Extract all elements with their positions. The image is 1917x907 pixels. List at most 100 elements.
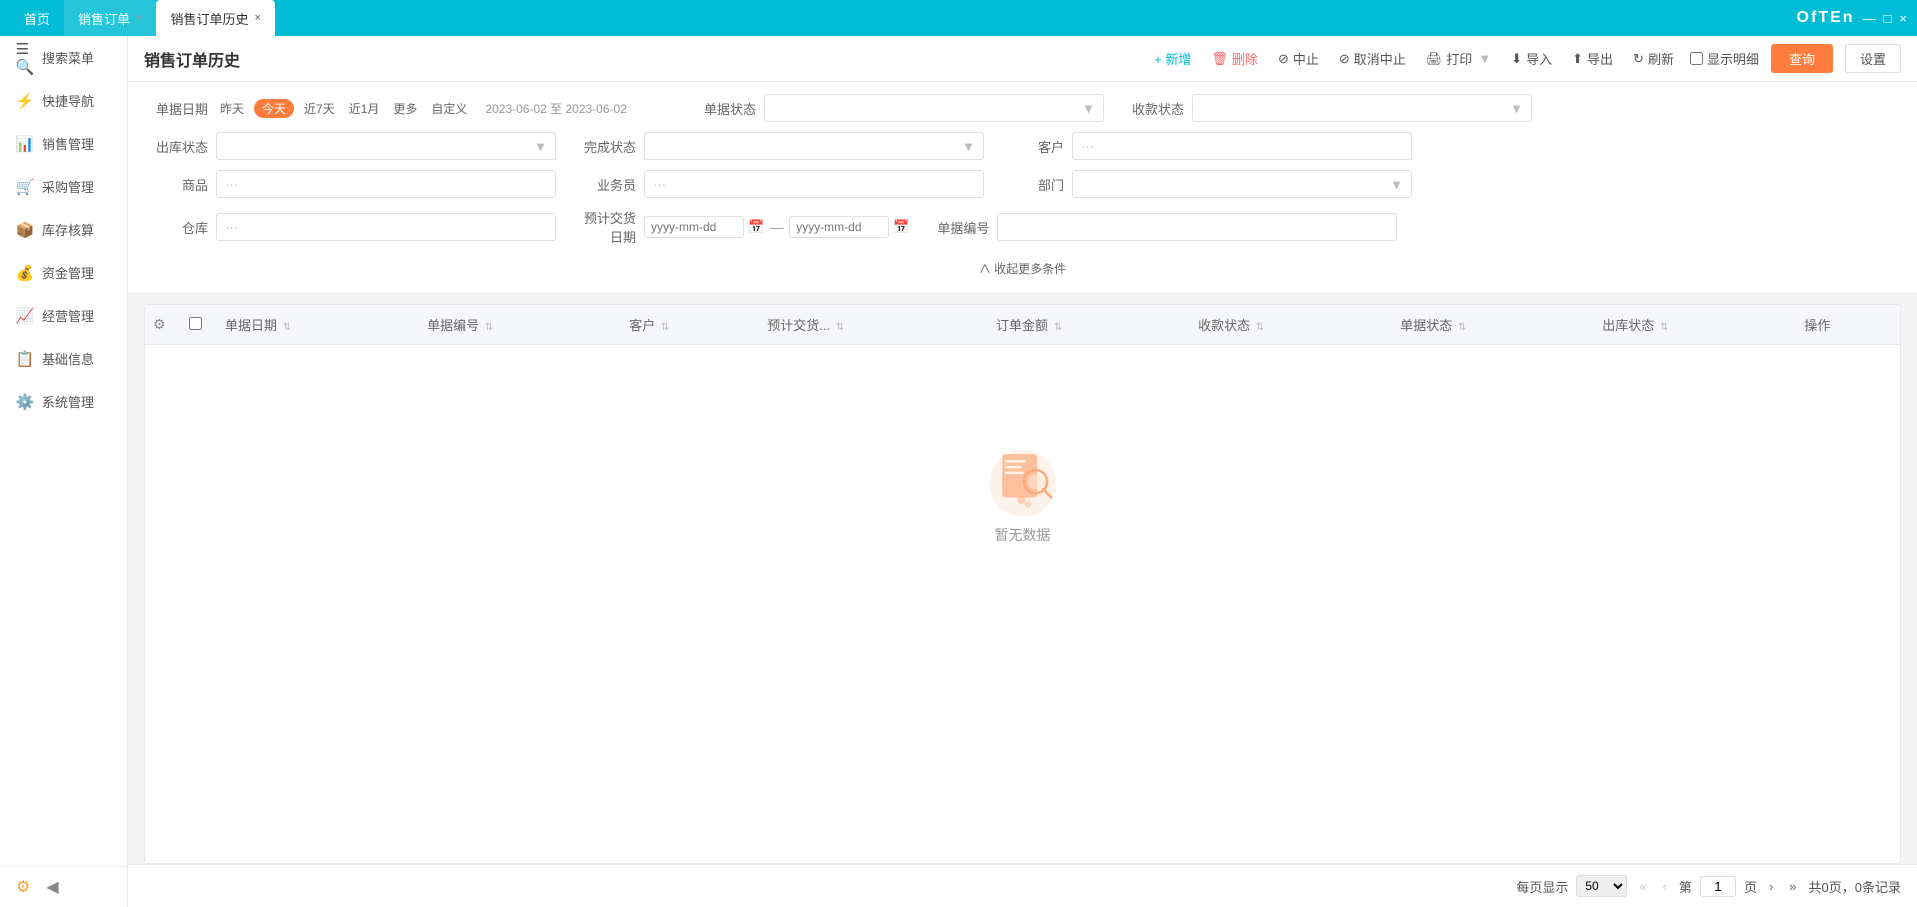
last-page-btn[interactable]: » — [1785, 877, 1800, 896]
warehouse-label: 仓库 — [144, 218, 216, 237]
close-tab-sales-order-history[interactable]: × — [254, 12, 260, 24]
yesterday-btn[interactable]: 昨天 — [216, 99, 248, 118]
sidebar-bottom: ⚙ ◀ — [0, 866, 127, 907]
table-header-payment-status[interactable]: 收款状态 ⇅ — [1190, 305, 1392, 345]
new-button[interactable]: + 新增 — [1150, 47, 1195, 70]
completion-status-label: 完成状态 — [572, 137, 644, 156]
sidebar-item-quick-nav[interactable]: ⚡ 快捷导航 — [0, 79, 127, 122]
order-status-select[interactable]: ▼ — [764, 94, 1104, 122]
show-detail-checkbox[interactable] — [1690, 52, 1703, 65]
table-body: 暂无数据 — [145, 345, 1900, 626]
sort-stock-icon: ⇅ — [1660, 322, 1668, 333]
close-tab-sales-order[interactable]: × — [136, 12, 142, 24]
export-button[interactable]: ⬆ 导出 — [1568, 47, 1617, 70]
today-btn[interactable]: 今天 — [254, 99, 294, 118]
sidebar-label-purchase-mgmt: 采购管理 — [42, 177, 94, 196]
page-size-select[interactable]: 50 10 20 100 — [1576, 875, 1627, 897]
system-mgmt-icon: ⚙️ — [16, 393, 34, 411]
delete-button[interactable]: 🗑 🗑 删除 删除 — [1207, 47, 1262, 70]
table-header-settings[interactable]: ⚙ — [145, 305, 181, 345]
top-bar-right: OfTEn — □ × — [1797, 9, 1907, 27]
print-button[interactable]: 🖨 打印 ▼ — [1422, 47, 1495, 70]
payment-status-select[interactable]: ▼ — [1192, 94, 1532, 122]
sort-date-icon: ⇅ — [283, 322, 291, 333]
sidebar-label-basic-info: 基础信息 — [42, 349, 94, 368]
table-header-expected-delivery[interactable]: 预计交货... ⇅ — [759, 305, 988, 345]
warehouse-field[interactable]: ··· — [216, 213, 556, 241]
table-header-order-amount[interactable]: 订单金额 ⇅ — [988, 305, 1190, 345]
import-button[interactable]: ⬇ 导入 — [1507, 47, 1556, 70]
sidebar-item-operations-mgmt[interactable]: 📈 经营管理 — [0, 294, 127, 337]
completion-status-select[interactable]: ▼ — [644, 132, 984, 160]
table-header-stock-out-status[interactable]: 出库状态 ⇅ — [1594, 305, 1796, 345]
customer-field[interactable]: ··· — [1072, 132, 1412, 160]
collapse-btn[interactable]: ∧ 收起更多条件 — [144, 256, 1901, 281]
table-header-operation: 操作 — [1796, 305, 1900, 345]
completion-status-arrow: ▼ — [962, 139, 975, 154]
salesperson-label: 业务员 — [572, 175, 644, 194]
goods-field[interactable]: ··· — [216, 170, 556, 198]
page-unit: 页 — [1744, 877, 1757, 896]
first-page-btn[interactable]: « — [1635, 877, 1650, 896]
main-layout: ☰🔍 搜索菜单 ⚡ 快捷导航 📊 销售管理 🛒 采购管理 📦 库存核算 💰 资金… — [0, 36, 1917, 907]
table-header-customer[interactable]: 客户 ⇅ — [621, 305, 759, 345]
query-button[interactable]: 查询 — [1771, 44, 1833, 73]
order-no-label: 单据编号 — [925, 218, 997, 237]
maximize-btn[interactable]: □ — [1884, 11, 1892, 26]
next-page-btn[interactable]: › — [1765, 877, 1777, 896]
page-input[interactable] — [1700, 876, 1736, 897]
minimize-btn[interactable]: — — [1863, 11, 1876, 26]
cancel-stop-button[interactable]: ⊘ 取消中止 — [1335, 47, 1410, 70]
tab-sales-order[interactable]: 销售订单 × — [64, 0, 156, 36]
table-header-date[interactable]: 单据日期 ⇅ — [217, 305, 419, 345]
sort-customer-icon: ⇅ — [661, 322, 669, 333]
delivery-date-to-icon[interactable]: 📅 — [893, 219, 909, 235]
sidebar-item-purchase-mgmt[interactable]: 🛒 采购管理 — [0, 165, 127, 208]
sort-amount-icon: ⇅ — [1054, 322, 1062, 333]
sidebar-item-sales-mgmt[interactable]: 📊 销售管理 — [0, 122, 127, 165]
more-btn[interactable]: 更多 — [389, 99, 421, 118]
sidebar: ☰🔍 搜索菜单 ⚡ 快捷导航 📊 销售管理 🛒 采购管理 📦 库存核算 💰 资金… — [0, 36, 128, 907]
table-header-order-status[interactable]: 单据状态 ⇅ — [1392, 305, 1594, 345]
delivery-date-from[interactable] — [644, 216, 744, 238]
dept-select[interactable]: ▼ — [1072, 170, 1412, 198]
sidebar-item-stock-mgmt[interactable]: 📦 库存核算 — [0, 208, 127, 251]
sidebar-item-system-mgmt[interactable]: ⚙️ 系统管理 — [0, 380, 127, 423]
filter-row-1: 单据日期 昨天 今天 近7天 近1月 更多 自定义 2023-06-02 至 2… — [144, 94, 1901, 122]
date-quick-btns: 昨天 今天 近7天 近1月 更多 自定义 — [216, 99, 471, 118]
sidebar-item-finance-mgmt[interactable]: 💰 资金管理 — [0, 251, 127, 294]
close-btn[interactable]: × — [1899, 11, 1907, 26]
delivery-date-from-icon[interactable]: 📅 — [748, 219, 764, 235]
table-area: ⚙ 单据日期 ⇅ 单据编号 ⇅ — [144, 304, 1901, 864]
sidebar-label-stock-mgmt: 库存核算 — [42, 220, 94, 239]
stock-out-status-select[interactable]: ▼ — [216, 132, 556, 160]
sidebar-settings-icon[interactable]: ⚙ — [16, 877, 30, 897]
table-header-checkbox[interactable] — [181, 305, 217, 345]
data-table: ⚙ 单据日期 ⇅ 单据编号 ⇅ — [145, 305, 1900, 625]
custom-btn[interactable]: 自定义 — [427, 99, 471, 118]
settings-button[interactable]: 设置 — [1845, 44, 1901, 73]
table-header-no[interactable]: 单据编号 ⇅ — [419, 305, 621, 345]
stock-out-status-arrow: ▼ — [534, 139, 547, 154]
table-settings-icon[interactable]: ⚙ — [153, 316, 166, 332]
sidebar-item-basic-info[interactable]: 📋 基础信息 — [0, 337, 127, 380]
sort-payment-icon: ⇅ — [1256, 322, 1264, 333]
sales-mgmt-icon: 📊 — [16, 135, 34, 153]
show-detail-checkbox-label[interactable]: 显示明细 — [1690, 49, 1759, 68]
stop-button[interactable]: ⊘ 中止 — [1274, 47, 1323, 70]
sidebar-item-search-menu[interactable]: ☰🔍 搜索菜单 — [0, 36, 127, 79]
delivery-date-to[interactable] — [789, 216, 889, 238]
prev-page-btn[interactable]: ‹ — [1659, 877, 1671, 896]
sidebar-collapse-icon[interactable]: ◀ — [46, 877, 58, 897]
tab-home[interactable]: 首页 — [10, 0, 64, 36]
refresh-button[interactable]: ↻ 刷新 — [1629, 47, 1678, 70]
order-no-field[interactable] — [997, 213, 1397, 241]
select-all-checkbox[interactable] — [189, 317, 202, 330]
empty-illustration — [973, 425, 1073, 525]
cancel-stop-icon: ⊘ — [1339, 51, 1350, 67]
tab-sales-order-history[interactable]: 销售订单历史 × — [156, 0, 274, 36]
date-range-text: 2023-06-02 至 2023-06-02 — [485, 100, 626, 117]
7days-btn[interactable]: 近7天 — [300, 99, 339, 118]
salesperson-field[interactable]: ··· — [644, 170, 984, 198]
1month-btn[interactable]: 近1月 — [345, 99, 384, 118]
